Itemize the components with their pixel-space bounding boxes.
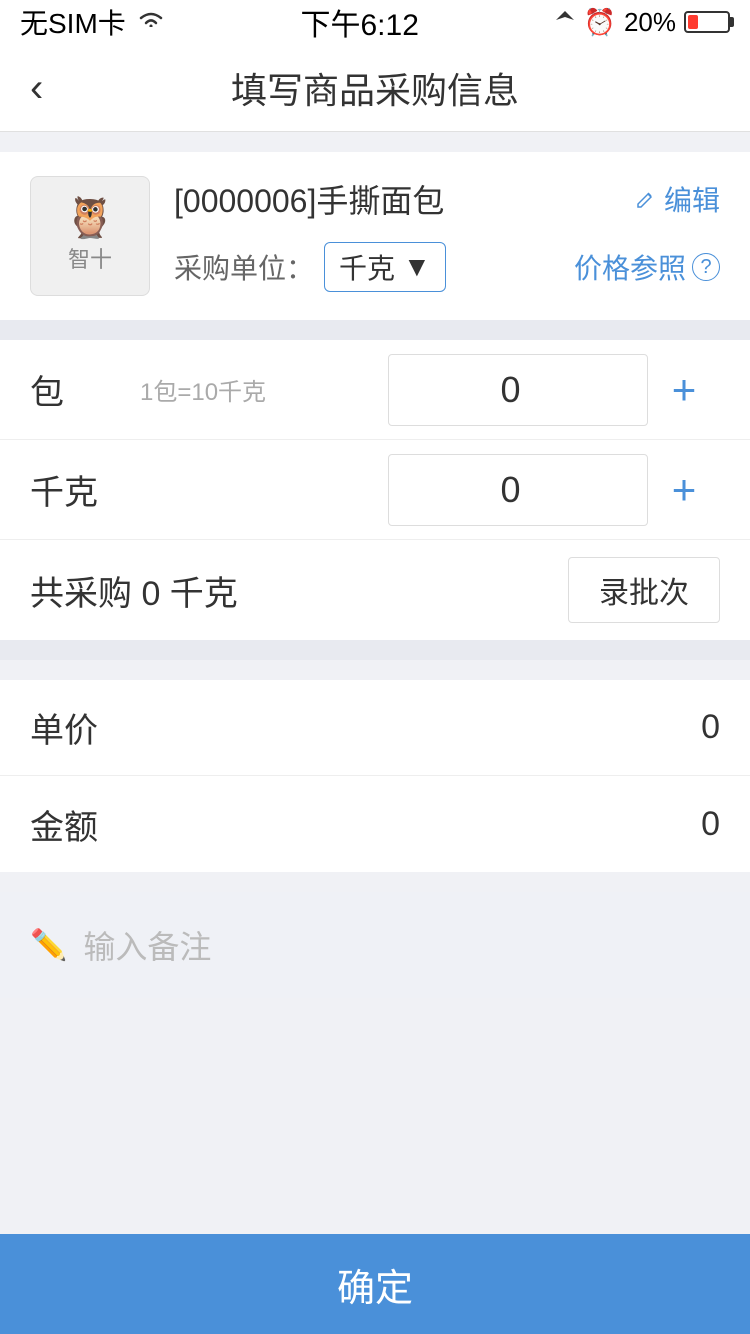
divider-2 <box>0 640 750 660</box>
product-section: 🦉 智十 [0000006]手撕面包 编辑 采购单位： 千克 ▼ <box>0 152 750 320</box>
edit-label: 编辑 <box>664 179 720 219</box>
bag-plus-button[interactable]: + <box>648 354 720 426</box>
edit-button[interactable]: 编辑 <box>634 179 720 219</box>
back-button[interactable]: ‹ <box>30 68 43 108</box>
status-left: 无SIM卡 <box>20 2 166 42</box>
kg-label: 千克 <box>30 465 130 514</box>
battery-indicator <box>684 11 730 33</box>
kg-control: + <box>388 454 720 526</box>
unit-label: 采购单位： <box>174 247 314 287</box>
kg-input-row: 千克 + <box>0 440 750 540</box>
product-unit-row: 采购单位： 千克 ▼ 价格参照 ? <box>174 242 720 292</box>
batch-button[interactable]: 录批次 <box>568 557 720 623</box>
kg-input[interactable] <box>388 454 648 526</box>
price-ref-label: 价格参照 <box>574 247 686 287</box>
price-section: 单价 0 金额 0 <box>0 680 750 872</box>
summary-row: 共采购 0 千克 录批次 <box>0 540 750 640</box>
confirm-button[interactable]: 确定 <box>0 1234 750 1334</box>
product-owl-icon: 🦉 <box>65 198 115 238</box>
summary-text: 共采购 0 千克 <box>30 566 238 615</box>
battery-percent: 20% <box>624 7 676 38</box>
pencil-icon: ✏️ <box>30 928 67 963</box>
alarm-icon: ⏰ <box>584 7 616 38</box>
bottom-spacer <box>0 998 750 1118</box>
bag-sublabel: 1包=10千克 <box>140 372 388 407</box>
product-thumb-label: 智十 <box>68 242 112 274</box>
chevron-down-icon: ▼ <box>403 251 431 283</box>
carrier-text: 无SIM卡 <box>20 2 126 42</box>
note-section[interactable]: ✏️ 输入备注 <box>0 892 750 998</box>
status-bar: 无SIM卡 下午6:12 ⏰ 20% <box>0 0 750 44</box>
note-placeholder: 输入备注 <box>83 922 211 968</box>
bag-input-row: 包 1包=10千克 + <box>0 340 750 440</box>
question-icon: ? <box>692 253 720 281</box>
bag-label: 包 <box>30 365 130 414</box>
input-section: 包 1包=10千克 + 千克 + <box>0 340 750 540</box>
bag-control: + <box>388 354 720 426</box>
time-display: 下午6:12 <box>300 0 418 44</box>
unit-select[interactable]: 千克 ▼ <box>324 242 446 292</box>
amount-label: 金额 <box>30 800 98 849</box>
page-title: 填写商品采购信息 <box>231 62 519 114</box>
confirm-label: 确定 <box>337 1257 413 1312</box>
product-info: [0000006]手撕面包 编辑 采购单位： 千克 ▼ 价格参照 ? <box>174 176 720 292</box>
price-ref-button[interactable]: 价格参照 ? <box>574 247 720 287</box>
nav-bar: ‹ 填写商品采购信息 <box>0 44 750 132</box>
unit-price-row: 单价 0 <box>0 680 750 776</box>
unit-price-value: 0 <box>701 708 720 747</box>
kg-plus-button[interactable]: + <box>648 454 720 526</box>
unit-price-label: 单价 <box>30 703 98 752</box>
bag-input[interactable] <box>388 354 648 426</box>
status-right: ⏰ 20% <box>554 7 730 38</box>
amount-value: 0 <box>701 805 720 844</box>
amount-row: 金额 0 <box>0 776 750 872</box>
product-name: [0000006]手撕面包 <box>174 176 444 222</box>
divider-1 <box>0 320 750 340</box>
location-icon <box>554 7 576 38</box>
product-thumbnail: 🦉 智十 <box>30 176 150 296</box>
product-name-row: [0000006]手撕面包 编辑 <box>174 176 720 222</box>
wifi-icon <box>136 6 166 38</box>
unit-value: 千克 <box>339 247 395 287</box>
